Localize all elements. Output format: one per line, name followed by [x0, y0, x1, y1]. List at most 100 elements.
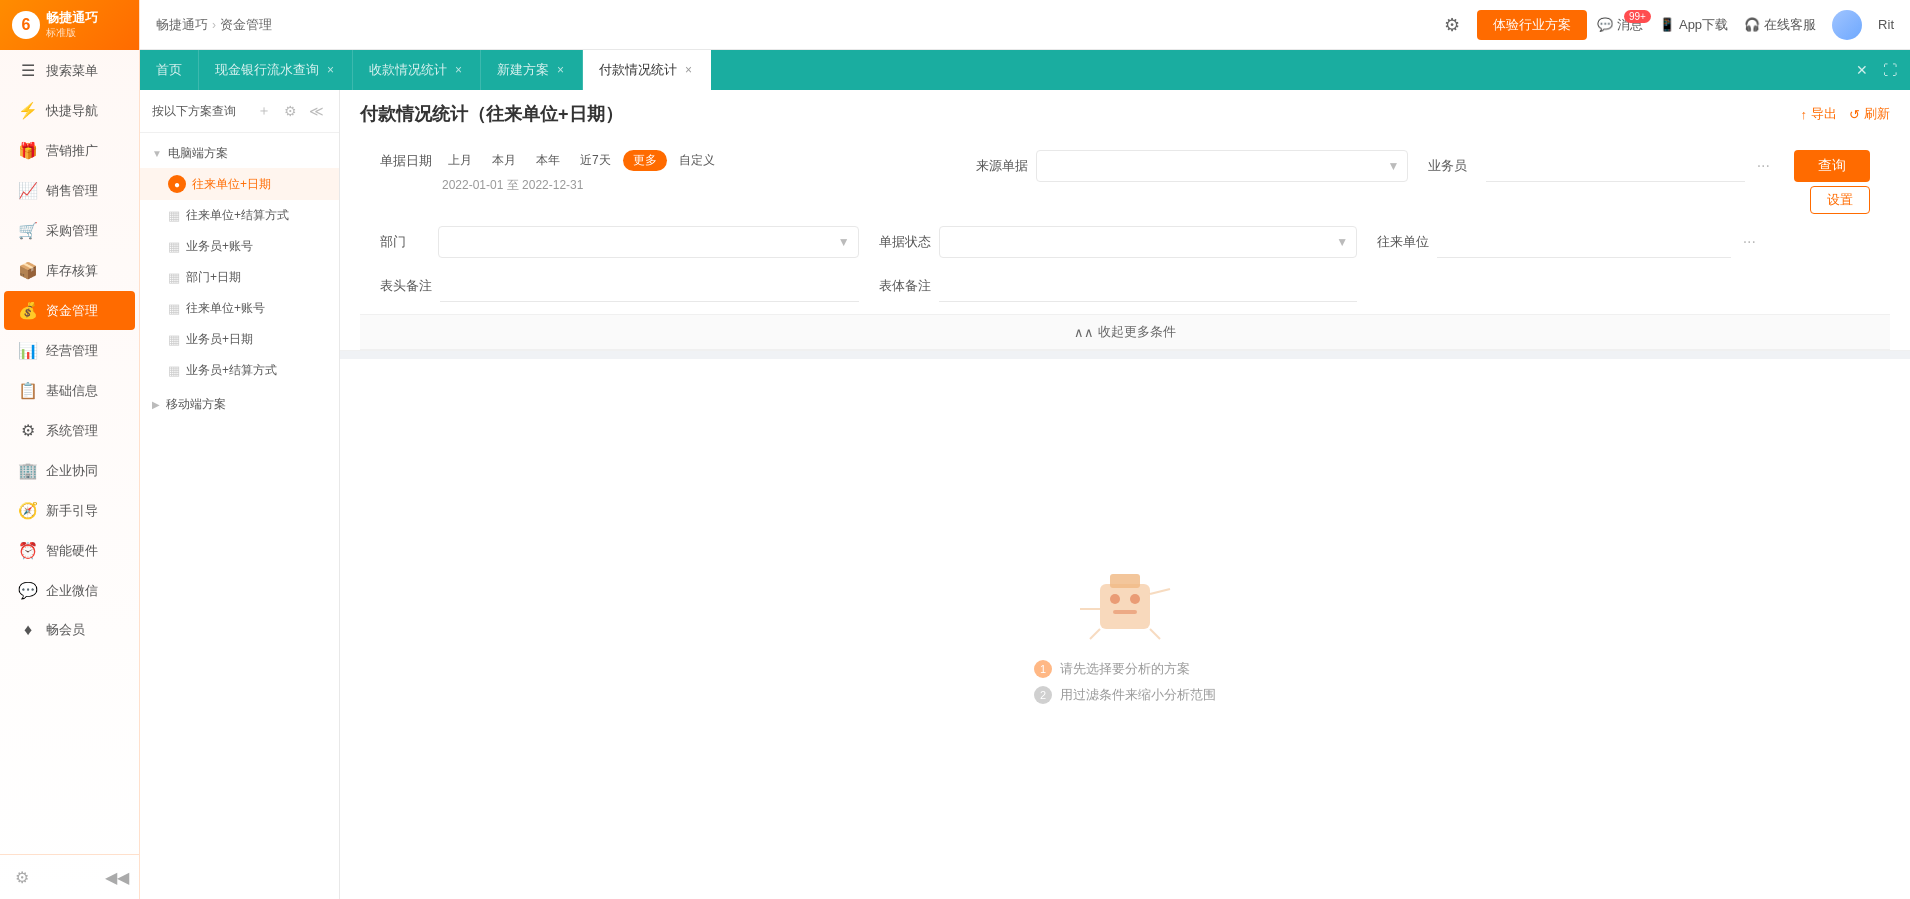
breadcrumb-home[interactable]: 畅捷通巧: [156, 16, 208, 34]
tab-payment-stats[interactable]: 付款情况统计 ×: [583, 50, 711, 90]
try-industry-button[interactable]: 体验行业方案: [1477, 10, 1587, 40]
smart-hw-icon: ⏰: [18, 541, 38, 560]
query-button[interactable]: 查询: [1794, 150, 1870, 182]
sidebar-item-label: 企业微信: [46, 582, 98, 600]
message-button[interactable]: 💬 消息 99+: [1597, 16, 1643, 34]
sidebar-item-label: 企业协同: [46, 462, 98, 480]
window-expand-icon[interactable]: ⛶: [1878, 58, 1902, 82]
purchase-icon: 🛒: [18, 221, 38, 240]
sidebar-item-marketing[interactable]: 🎁 营销推广: [4, 131, 135, 170]
body-note-input[interactable]: [939, 270, 1358, 302]
sidebar-item-search[interactable]: ☰ 搜索菜单: [4, 51, 135, 90]
date-opt-custom[interactable]: 自定义: [671, 150, 723, 171]
right-panel: 付款情况统计（往来单位+日期） ↑ 导出 ↺ 刷新: [340, 90, 1910, 899]
tab-payment-stats-close[interactable]: ×: [683, 62, 694, 78]
svg-line-7: [1090, 629, 1100, 639]
sidebar-bottom: ⚙ ◀◀: [0, 854, 139, 899]
customer-service-button[interactable]: 🎧 在线客服: [1744, 16, 1816, 34]
date-opt-7days[interactable]: 近7天: [572, 150, 619, 171]
date-opt-this-month[interactable]: 本月: [484, 150, 524, 171]
breadcrumb-current[interactable]: 资金管理: [220, 16, 272, 34]
sidebar-settings-button[interactable]: ⚙: [8, 863, 36, 891]
topbar-settings-icon[interactable]: ⚙: [1437, 10, 1467, 40]
sidebar-item-finance[interactable]: 💰 资金管理: [4, 291, 135, 330]
date-opt-more[interactable]: 更多: [623, 150, 667, 171]
left-panel-header: 按以下方案查询 ＋ ⚙ ≪: [140, 90, 339, 133]
sidebar-item-inventory[interactable]: 📦 库存核算: [4, 251, 135, 290]
scheme-collapse-button[interactable]: ≪: [305, 100, 327, 122]
scheme-item-dept-date[interactable]: ▦ 部门+日期: [140, 262, 339, 293]
sidebar-item-corp-wechat[interactable]: 💬 企业微信: [4, 571, 135, 610]
sidebar-item-operations[interactable]: 📊 经营管理: [4, 331, 135, 370]
tab-bank-flow-close[interactable]: ×: [325, 62, 336, 78]
date-opt-last-month[interactable]: 上月: [440, 150, 480, 171]
scheme-item-partner-account[interactable]: ▦ 往来单位+账号: [140, 293, 339, 324]
sidebar-item-member[interactable]: ♦ 畅会员: [4, 611, 135, 649]
filter-partner-field: 往来单位 ···: [1377, 226, 1760, 258]
operations-icon: 📊: [18, 341, 38, 360]
dept-select[interactable]: ▼: [438, 226, 859, 258]
sidebar-item-basic-info[interactable]: 📋 基础信息: [4, 371, 135, 410]
staff-dots-icon[interactable]: ···: [1753, 157, 1774, 175]
tab-receipt-stats-close[interactable]: ×: [453, 62, 464, 78]
sidebar-item-enterprise[interactable]: 🏢 企业协同: [4, 451, 135, 490]
scheme-table-icon: ▦: [168, 363, 180, 378]
filter-row-3: 表头备注 表体备注: [380, 270, 1870, 302]
quick-nav-icon: ⚡: [18, 101, 38, 120]
sidebar-item-sales[interactable]: 📈 销售管理: [4, 171, 135, 210]
refresh-icon: ↺: [1849, 107, 1860, 122]
collapse-button[interactable]: ∧∧ 收起更多条件: [1074, 323, 1176, 341]
body-note-label: 表体备注: [879, 277, 931, 295]
finance-icon: 💰: [18, 301, 38, 320]
scheme-item-partner-settlement[interactable]: ▦ 往来单位+结算方式: [140, 200, 339, 231]
tab-bank-flow[interactable]: 现金银行流水查询 ×: [199, 50, 353, 90]
scheme-settings-button[interactable]: ⚙: [279, 100, 301, 122]
tab-home[interactable]: 首页: [140, 50, 199, 90]
sidebar-collapse-button[interactable]: ◀◀: [103, 863, 131, 891]
staff-input[interactable]: [1486, 150, 1744, 182]
scheme-item-partner-date[interactable]: ● 往来单位+日期: [140, 168, 339, 200]
scheme-item-staff-settlement[interactable]: ▦ 业务员+结算方式: [140, 355, 339, 386]
app-download-button[interactable]: 📱 App下载: [1659, 16, 1728, 34]
tab-receipt-stats[interactable]: 收款情况统计 ×: [353, 50, 481, 90]
svg-rect-4: [1113, 610, 1137, 614]
doc-status-select[interactable]: ▼: [939, 226, 1358, 258]
date-opt-this-year[interactable]: 本年: [528, 150, 568, 171]
empty-tip-2: 2 用过滤条件来缩小分析范围: [1034, 686, 1216, 704]
app-download-label: App下载: [1679, 16, 1728, 34]
query-btn-group: 查询 设置: [1794, 150, 1870, 214]
refresh-button[interactable]: ↺ 刷新: [1849, 105, 1890, 123]
scheme-item-staff-date[interactable]: ▦ 业务员+日期: [140, 324, 339, 355]
export-button[interactable]: ↑ 导出: [1801, 105, 1838, 123]
inventory-icon: 📦: [18, 261, 38, 280]
sidebar-item-guide[interactable]: 🧭 新手引导: [4, 491, 135, 530]
partner-input[interactable]: [1437, 226, 1731, 258]
customer-service-label: 在线客服: [1764, 16, 1816, 34]
corp-wechat-icon: 💬: [18, 581, 38, 600]
sidebar-item-smart-hw[interactable]: ⏰ 智能硬件: [4, 531, 135, 570]
settings-button[interactable]: 设置: [1810, 186, 1870, 214]
sidebar-item-quick-nav[interactable]: ⚡ 快捷导航: [4, 91, 135, 130]
scheme-group-desktop-header[interactable]: ▼ 电脑端方案: [140, 139, 339, 168]
mobile-group-label: 移动端方案: [166, 396, 226, 413]
scheme-item-staff-account[interactable]: ▦ 业务员+账号: [140, 231, 339, 262]
collapse-label: 收起更多条件: [1098, 323, 1176, 341]
window-close-icon[interactable]: ✕: [1850, 58, 1874, 82]
add-scheme-button[interactable]: ＋: [253, 100, 275, 122]
svg-line-8: [1150, 629, 1160, 639]
enterprise-icon: 🏢: [18, 461, 38, 480]
partner-dots-icon[interactable]: ···: [1739, 233, 1760, 251]
avatar[interactable]: [1832, 10, 1862, 40]
source-doc-select[interactable]: ▼: [1036, 150, 1408, 182]
tab-bar: 首页 现金银行流水查询 × 收款情况统计 × 新建方案 × 付款情况统计 × ✕…: [140, 50, 1910, 90]
tab-new-plan[interactable]: 新建方案 ×: [481, 50, 583, 90]
tip-num-1: 1: [1034, 660, 1052, 678]
username[interactable]: Rit: [1878, 17, 1894, 32]
tab-new-plan-close[interactable]: ×: [555, 62, 566, 78]
sidebar-item-system[interactable]: ⚙ 系统管理: [4, 411, 135, 450]
header-note-input[interactable]: [440, 270, 859, 302]
window-controls: ✕ ⛶: [1842, 50, 1910, 90]
sidebar-item-purchase[interactable]: 🛒 采购管理: [4, 211, 135, 250]
logo-icon: 6: [12, 11, 40, 39]
scheme-group-mobile-header[interactable]: ▶ 移动端方案: [140, 390, 339, 419]
